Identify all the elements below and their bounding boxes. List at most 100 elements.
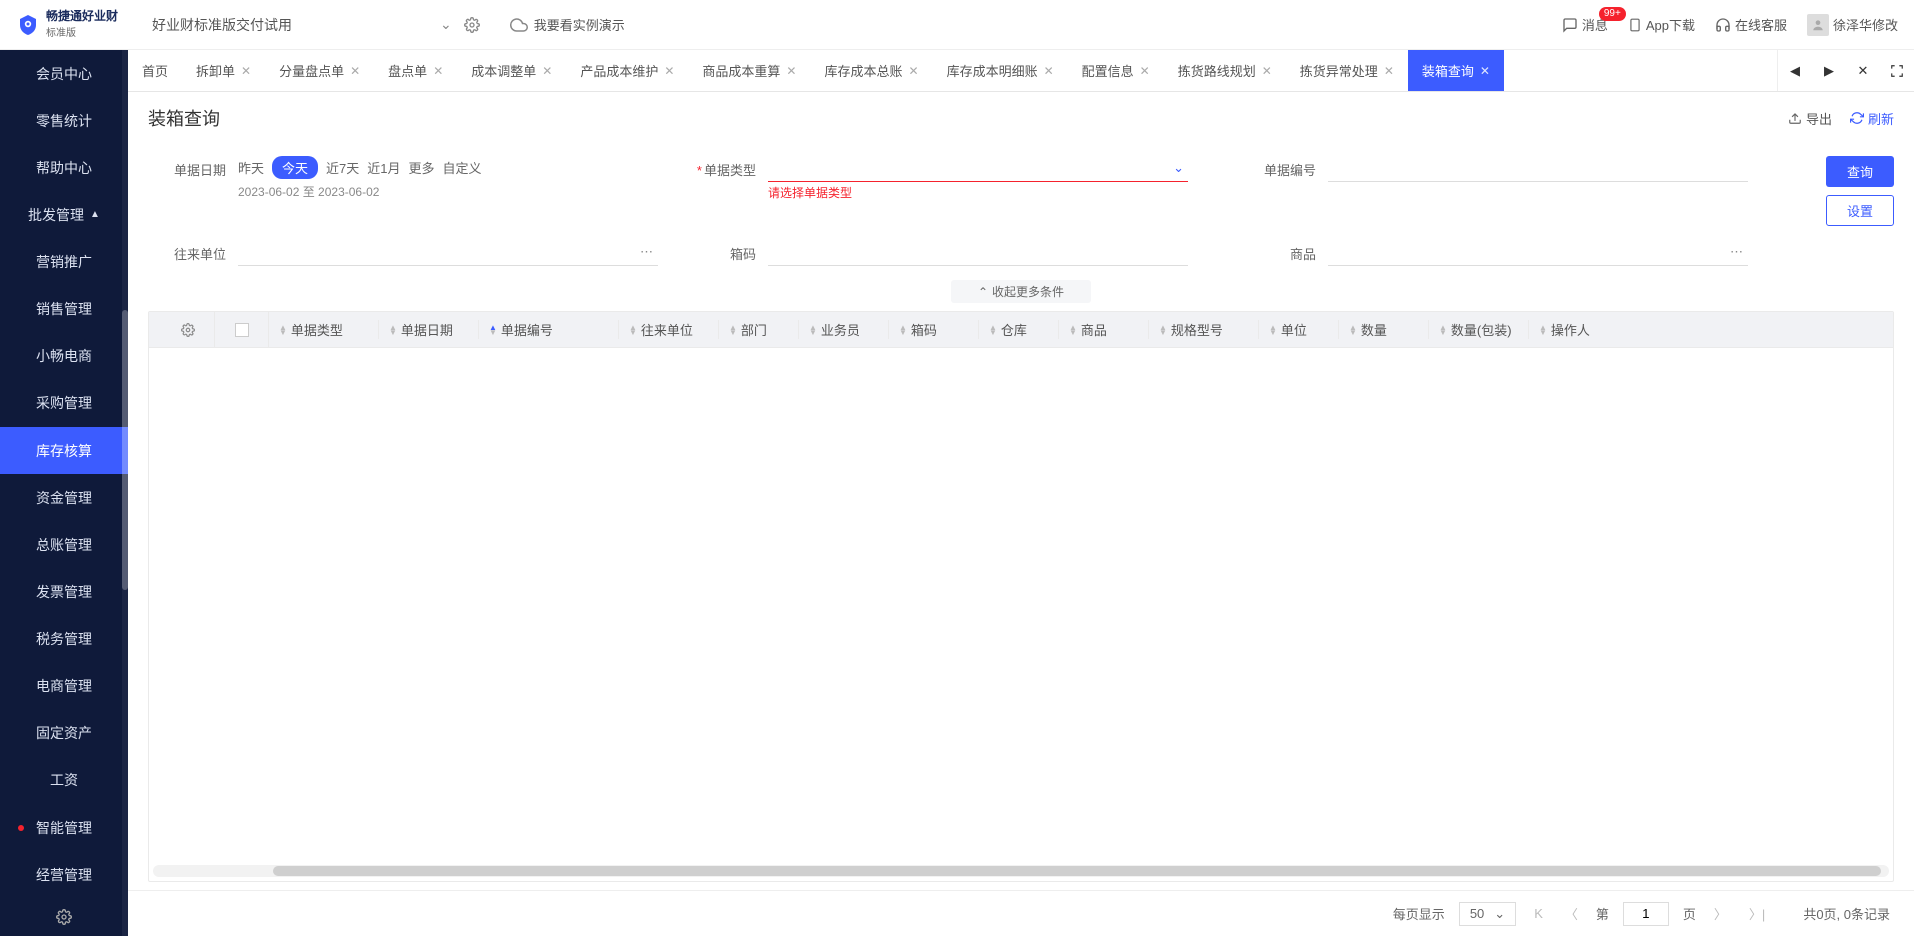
docno-input[interactable]: [1328, 156, 1748, 182]
column-header[interactable]: ▲▼操作人: [1529, 320, 1619, 339]
sidebar-item[interactable]: 工资: [0, 757, 128, 804]
close-icon[interactable]: ✕: [1140, 64, 1150, 78]
horizontal-scrollbar[interactable]: [153, 865, 1889, 877]
prev-page-button[interactable]: 〈: [1561, 904, 1582, 923]
scrollbar-thumb[interactable]: [273, 866, 1881, 876]
close-icon[interactable]: ✕: [1044, 64, 1054, 78]
date-chip[interactable]: 更多: [409, 158, 435, 177]
document-tab[interactable]: 产品成本维护✕: [566, 50, 688, 91]
close-icon[interactable]: ✕: [542, 64, 552, 78]
type-select[interactable]: ⌄: [768, 156, 1188, 182]
close-icon[interactable]: ✕: [909, 64, 919, 78]
sidebar-item[interactable]: 总账管理: [0, 521, 128, 568]
column-settings-button[interactable]: [161, 312, 215, 347]
sidebar-scroll-thumb[interactable]: [122, 310, 128, 590]
date-chips: 昨天今天近7天近1月更多自定义: [238, 156, 482, 179]
column-header[interactable]: ▲▼仓库: [979, 320, 1059, 339]
sidebar-item[interactable]: 营销推广: [0, 239, 128, 286]
close-icon[interactable]: ✕: [1262, 64, 1272, 78]
document-tab[interactable]: 拆卸单✕: [182, 50, 265, 91]
chevron-down-icon: ⌄: [1494, 906, 1505, 922]
more-icon[interactable]: ⋯: [640, 244, 654, 260]
user-menu[interactable]: 徐泽华修改: [1807, 14, 1898, 36]
demo-link[interactable]: 我要看实例演示: [510, 15, 625, 34]
tabs-scroll-left-button[interactable]: ◀: [1778, 50, 1812, 92]
tabs-scroll-right-button[interactable]: ▶: [1812, 50, 1846, 92]
sidebar-settings-button[interactable]: [0, 898, 128, 936]
settings-button[interactable]: 设置: [1826, 195, 1894, 226]
column-header[interactable]: ▲▼业务员: [799, 320, 889, 339]
column-header[interactable]: ▲▼规格型号: [1149, 320, 1259, 339]
first-page-button[interactable]: K: [1530, 906, 1547, 921]
date-chip[interactable]: 近1月: [367, 158, 400, 177]
tabs-fullscreen-button[interactable]: [1880, 50, 1914, 92]
close-icon[interactable]: ✕: [1384, 64, 1394, 78]
sidebar-item[interactable]: 税务管理: [0, 616, 128, 663]
app-download-button[interactable]: App下载: [1628, 15, 1695, 34]
sidebar-item[interactable]: 智能管理: [0, 804, 128, 851]
column-header[interactable]: ▲▼单位: [1259, 320, 1339, 339]
column-header[interactable]: ▲▼箱码: [889, 320, 979, 339]
tabs-close-button[interactable]: ✕: [1846, 50, 1880, 92]
document-tab[interactable]: 装箱查询✕: [1408, 50, 1504, 91]
edition-selector[interactable]: 好业财标准版交付试用 ⌄: [152, 15, 452, 35]
select-all-checkbox[interactable]: [215, 312, 269, 347]
per-page-select[interactable]: 50 ⌄: [1459, 902, 1516, 926]
sidebar-item[interactable]: 固定资产: [0, 710, 128, 757]
sidebar-item[interactable]: 小畅电商: [0, 333, 128, 380]
document-tab[interactable]: 商品成本重算✕: [688, 50, 810, 91]
close-icon[interactable]: ✕: [241, 64, 251, 78]
refresh-button[interactable]: 刷新: [1850, 109, 1894, 128]
date-chip[interactable]: 近7天: [326, 158, 359, 177]
document-tab[interactable]: 首页: [128, 50, 182, 91]
product-input[interactable]: ⋯: [1328, 240, 1748, 266]
sidebar-item[interactable]: 发票管理: [0, 568, 128, 615]
sidebar-item[interactable]: 批发管理▲: [0, 191, 128, 238]
close-icon[interactable]: ✕: [433, 64, 443, 78]
date-chip[interactable]: 今天: [272, 156, 318, 179]
column-header[interactable]: ▲▼数量: [1339, 320, 1429, 339]
messages-button[interactable]: 消息 99+: [1562, 15, 1608, 34]
document-tab[interactable]: 分量盘点单✕: [265, 50, 374, 91]
online-service-button[interactable]: 在线客服: [1715, 15, 1787, 34]
boxcode-input[interactable]: [768, 240, 1188, 266]
partner-input[interactable]: ⋯: [238, 240, 658, 266]
sidebar-item[interactable]: 电商管理: [0, 663, 128, 710]
sidebar-item[interactable]: 零售统计: [0, 97, 128, 144]
document-tab[interactable]: 库存成本总账✕: [810, 50, 932, 91]
column-header[interactable]: ▲▼部门: [719, 320, 799, 339]
settings-icon[interactable]: [464, 17, 480, 33]
close-icon[interactable]: ✕: [786, 64, 796, 78]
column-header[interactable]: ▲▼单据编号: [479, 320, 619, 339]
close-icon[interactable]: ✕: [1480, 64, 1490, 78]
date-chip[interactable]: 昨天: [238, 158, 264, 177]
column-header[interactable]: ▲▼商品: [1059, 320, 1149, 339]
sidebar-item[interactable]: 库存核算: [0, 427, 128, 474]
sidebar-item[interactable]: 资金管理: [0, 474, 128, 521]
document-tab[interactable]: 盘点单✕: [374, 50, 457, 91]
column-header[interactable]: ▲▼往来单位: [619, 320, 719, 339]
more-icon[interactable]: ⋯: [1730, 244, 1744, 260]
last-page-button[interactable]: 〉|: [1745, 904, 1769, 923]
sidebar-item[interactable]: 会员中心: [0, 50, 128, 97]
page-input[interactable]: [1623, 902, 1669, 926]
document-tab[interactable]: 拣货路线规划✕: [1164, 50, 1286, 91]
collapse-conditions-button[interactable]: ⌃ 收起更多条件: [951, 280, 1091, 303]
close-icon[interactable]: ✕: [664, 64, 674, 78]
sidebar-item[interactable]: 销售管理: [0, 286, 128, 333]
document-tab[interactable]: 成本调整单✕: [457, 50, 566, 91]
export-button[interactable]: 导出: [1788, 109, 1832, 128]
document-tab[interactable]: 拣货异常处理✕: [1286, 50, 1408, 91]
document-tab[interactable]: 配置信息✕: [1068, 50, 1164, 91]
query-button[interactable]: 查询: [1826, 156, 1894, 187]
close-icon[interactable]: ✕: [350, 64, 360, 78]
next-page-button[interactable]: 〉: [1710, 904, 1731, 923]
sidebar-item[interactable]: 帮助中心: [0, 144, 128, 191]
column-header[interactable]: ▲▼数量(包装): [1429, 320, 1529, 339]
document-tab[interactable]: 库存成本明细账✕: [933, 50, 1068, 91]
date-chip[interactable]: 自定义: [443, 158, 482, 177]
column-header[interactable]: ▲▼单据类型: [269, 320, 379, 339]
sidebar-item[interactable]: 经营管理: [0, 851, 128, 898]
sidebar-item[interactable]: 采购管理: [0, 380, 128, 427]
column-header[interactable]: ▲▼单据日期: [379, 320, 479, 339]
